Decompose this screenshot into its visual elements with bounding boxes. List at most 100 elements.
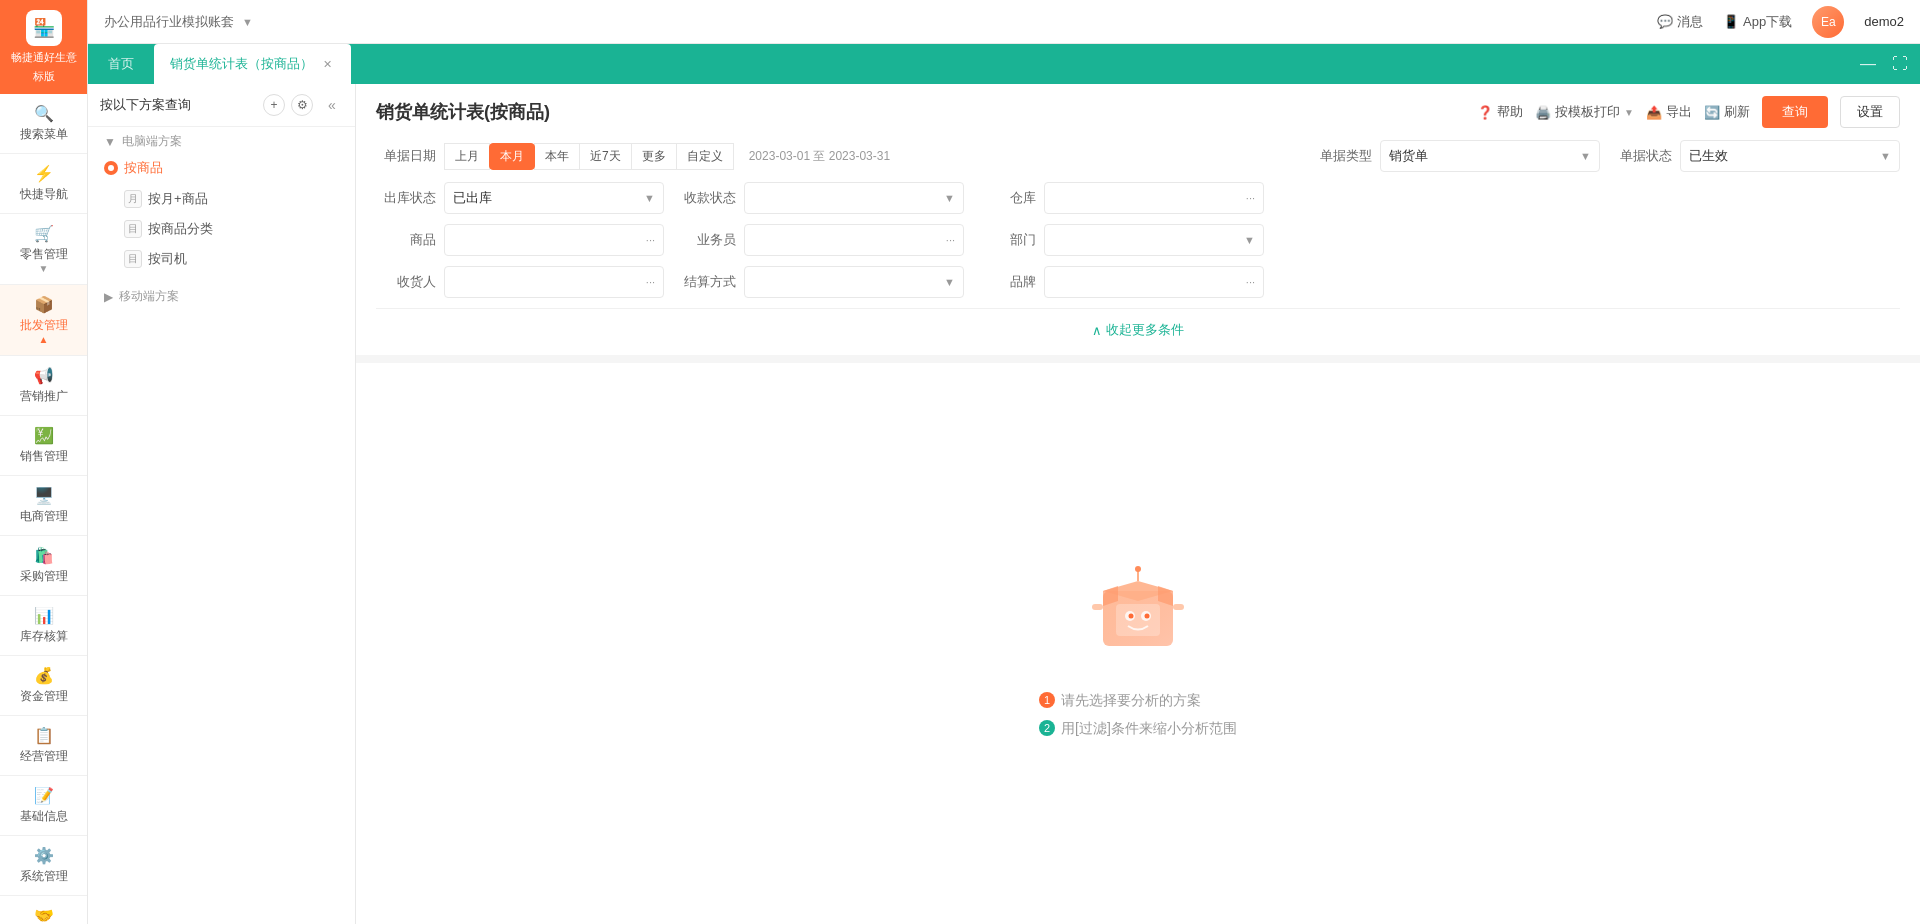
user-avatar[interactable]: Ea <box>1812 6 1844 38</box>
salesperson-filter[interactable]: ··· <box>744 224 964 256</box>
tab-report[interactable]: 销货单统计表（按商品） ✕ <box>154 44 351 84</box>
sidebar-item-ecommerce[interactable]: 🖥️ 电商管理 <box>0 476 87 536</box>
inventory-icon: 📊 <box>34 606 54 625</box>
warehouse-filter[interactable]: ··· <box>1044 182 1264 214</box>
sidebar-label-ecommerce: 电商管理 <box>20 508 68 525</box>
sidebar-item-inventory[interactable]: 📊 库存核算 <box>0 596 87 656</box>
industry-label: 办公用品行业模拟账套 <box>104 13 234 31</box>
left-panel-actions: + ⚙ <box>263 94 313 116</box>
salesperson-label: 业务员 <box>684 231 744 249</box>
app-download-button[interactable]: 📱 App下载 <box>1723 13 1792 31</box>
desktop-group-text: 电脑端方案 <box>122 133 182 150</box>
sidebar-item-quicknav[interactable]: ⚡ 快捷导航 <box>0 154 87 214</box>
app-logo[interactable]: 🏪 畅捷通好生意 标版 <box>0 0 88 94</box>
query-button[interactable]: 查询 <box>1762 96 1828 128</box>
svg-point-8 <box>1145 613 1150 618</box>
tip-num-1: 1 <box>1039 692 1055 708</box>
sidebar-label-basic: 基础信息 <box>20 808 68 825</box>
svg-point-10 <box>1135 566 1141 572</box>
tree-item-by-month-product-label: 按月+商品 <box>148 190 208 208</box>
tab-home-label: 首页 <box>108 55 134 73</box>
receiver-label: 收货人 <box>376 273 444 291</box>
tab-home[interactable]: 首页 <box>88 44 154 84</box>
date-tab-custom[interactable]: 自定义 <box>676 143 734 170</box>
page-header-actions: ❓ 帮助 🖨️ 按模板打印 ▼ 📤 导出 🔄 刷新 <box>1477 96 1900 128</box>
storage-dropdown-icon: ▼ <box>644 192 655 204</box>
doc-status-label: 单据状态 <box>1620 147 1680 165</box>
tree-item-by-cashier[interactable]: 目 按司机 <box>88 244 355 274</box>
sidebar-item-wholesale[interactable]: 📦 批发管理 ▲ <box>0 285 87 356</box>
panel-title: 按以下方案查询 <box>100 96 255 114</box>
tree-item-by-month-product[interactable]: 月 按月+商品 <box>88 184 355 214</box>
doc-status-filter[interactable]: 已生效 ▼ <box>1680 140 1900 172</box>
mobile-expand-arrow[interactable]: ▶ <box>104 290 113 304</box>
tree-item-by-product-label: 按商品 <box>124 159 163 177</box>
payment-filter[interactable]: ▼ <box>744 182 964 214</box>
storage-filter[interactable]: 已出库 ▼ <box>444 182 664 214</box>
collapse-row[interactable]: ∧ 收起更多条件 <box>376 313 1900 343</box>
sidebar-item-purchase[interactable]: 🛍️ 采购管理 <box>0 536 87 596</box>
user-name[interactable]: demo2 <box>1864 14 1904 29</box>
by-month-product-icon: 月 <box>124 190 142 208</box>
tree-expand-arrow[interactable]: ▼ <box>104 135 116 149</box>
collapse-panel-button[interactable]: « <box>321 94 343 116</box>
sidebar-item-enterprise[interactable]: 🤝 企业协同 <box>0 896 87 924</box>
tab-minimize-icon[interactable]: — <box>1856 51 1880 77</box>
date-tab-lastmonth[interactable]: 上月 <box>444 143 490 170</box>
industry-dropdown-icon[interactable]: ▼ <box>242 16 253 28</box>
refresh-button[interactable]: 🔄 刷新 <box>1704 103 1750 121</box>
salesperson-more-icon: ··· <box>946 234 955 246</box>
sidebar-item-basic[interactable]: 📝 基础信息 <box>0 776 87 836</box>
settings-scheme-button[interactable]: ⚙ <box>291 94 313 116</box>
product-filter[interactable]: ··· <box>444 224 664 256</box>
svg-rect-11 <box>1092 604 1103 610</box>
payment-method-filter[interactable]: ▼ <box>744 266 964 298</box>
brand-filter[interactable]: ··· <box>1044 266 1264 298</box>
desktop-group-label: ▼ 电脑端方案 <box>88 127 355 152</box>
collapse-icon: « <box>328 97 336 113</box>
main-area: 办公用品行业模拟账套 ▼ 💬 消息 📱 App下载 Ea demo2 首页 销货… <box>88 0 1920 924</box>
svg-rect-12 <box>1173 604 1184 610</box>
empty-tip-2-text: 用[过滤]条件来缩小分析范围 <box>1061 714 1237 742</box>
filter-row-4: 收货人 ··· 结算方式 ▼ 品牌 ··· <box>376 266 1900 298</box>
by-category-icon: 目 <box>124 220 142 238</box>
sidebar-item-marketing[interactable]: 📢 营销推广 <box>0 356 87 416</box>
left-panel: 按以下方案查询 + ⚙ « ▼ 电脑端方案 <box>88 84 356 924</box>
help-button[interactable]: ❓ 帮助 <box>1477 103 1523 121</box>
export-icon: 📤 <box>1646 105 1662 120</box>
message-button[interactable]: 💬 消息 <box>1657 13 1703 31</box>
doc-type-filter[interactable]: 销货单 ▼ <box>1380 140 1600 172</box>
empty-state-content: 1 请先选择要分析的方案 2 用[过滤]条件来缩小分析范围 <box>1039 546 1237 742</box>
receiver-filter[interactable]: ··· <box>444 266 664 298</box>
tree-item-by-category[interactable]: 目 按商品分类 <box>88 214 355 244</box>
warehouse-label: 仓库 <box>984 189 1044 207</box>
message-label: 消息 <box>1677 13 1703 31</box>
template-print-button[interactable]: 🖨️ 按模板打印 ▼ <box>1535 103 1634 121</box>
sidebar-item-system[interactable]: ⚙️ 系统管理 <box>0 836 87 896</box>
sidebar-item-retail[interactable]: 🛒 零售管理 ▼ <box>0 214 87 285</box>
svg-point-7 <box>1129 613 1134 618</box>
date-tab-more[interactable]: 更多 <box>631 143 677 170</box>
sidebar-item-operations[interactable]: 📋 经营管理 <box>0 716 87 776</box>
top-header: 办公用品行业模拟账套 ▼ 💬 消息 📱 App下载 Ea demo2 <box>88 0 1920 44</box>
product-label: 商品 <box>376 231 444 249</box>
date-filter-tabs: 上月 本月 本年 近7天 更多 自定义 <box>444 143 733 170</box>
sidebar-label-retail: 零售管理 <box>20 246 68 263</box>
payment-dropdown-icon: ▼ <box>944 192 955 204</box>
tab-close-icon[interactable]: ✕ <box>319 56 335 72</box>
date-tab-thismonth[interactable]: 本月 <box>489 143 535 170</box>
template-print-label: 按模板打印 <box>1555 103 1620 121</box>
tree-item-by-product[interactable]: 按商品 <box>88 152 355 184</box>
export-button[interactable]: 📤 导出 <box>1646 103 1692 121</box>
settings-button[interactable]: 设置 <box>1840 96 1900 128</box>
sidebar-item-sales[interactable]: 💹 销售管理 <box>0 416 87 476</box>
date-tab-7days[interactable]: 近7天 <box>579 143 632 170</box>
department-filter[interactable]: ▼ <box>1044 224 1264 256</box>
tab-maximize-icon[interactable]: ⛶ <box>1888 51 1912 77</box>
date-tab-thisyear[interactable]: 本年 <box>534 143 580 170</box>
sidebar-item-search[interactable]: 🔍 搜索菜单 <box>0 94 87 154</box>
add-scheme-button[interactable]: + <box>263 94 285 116</box>
sidebar-item-finance[interactable]: 💰 资金管理 <box>0 656 87 716</box>
sidebar-label-sales: 销售管理 <box>20 448 68 465</box>
filter-row-1: 单据日期 上月 本月 本年 近7天 更多 自定义 2023-03-01 至 20… <box>376 140 1900 172</box>
